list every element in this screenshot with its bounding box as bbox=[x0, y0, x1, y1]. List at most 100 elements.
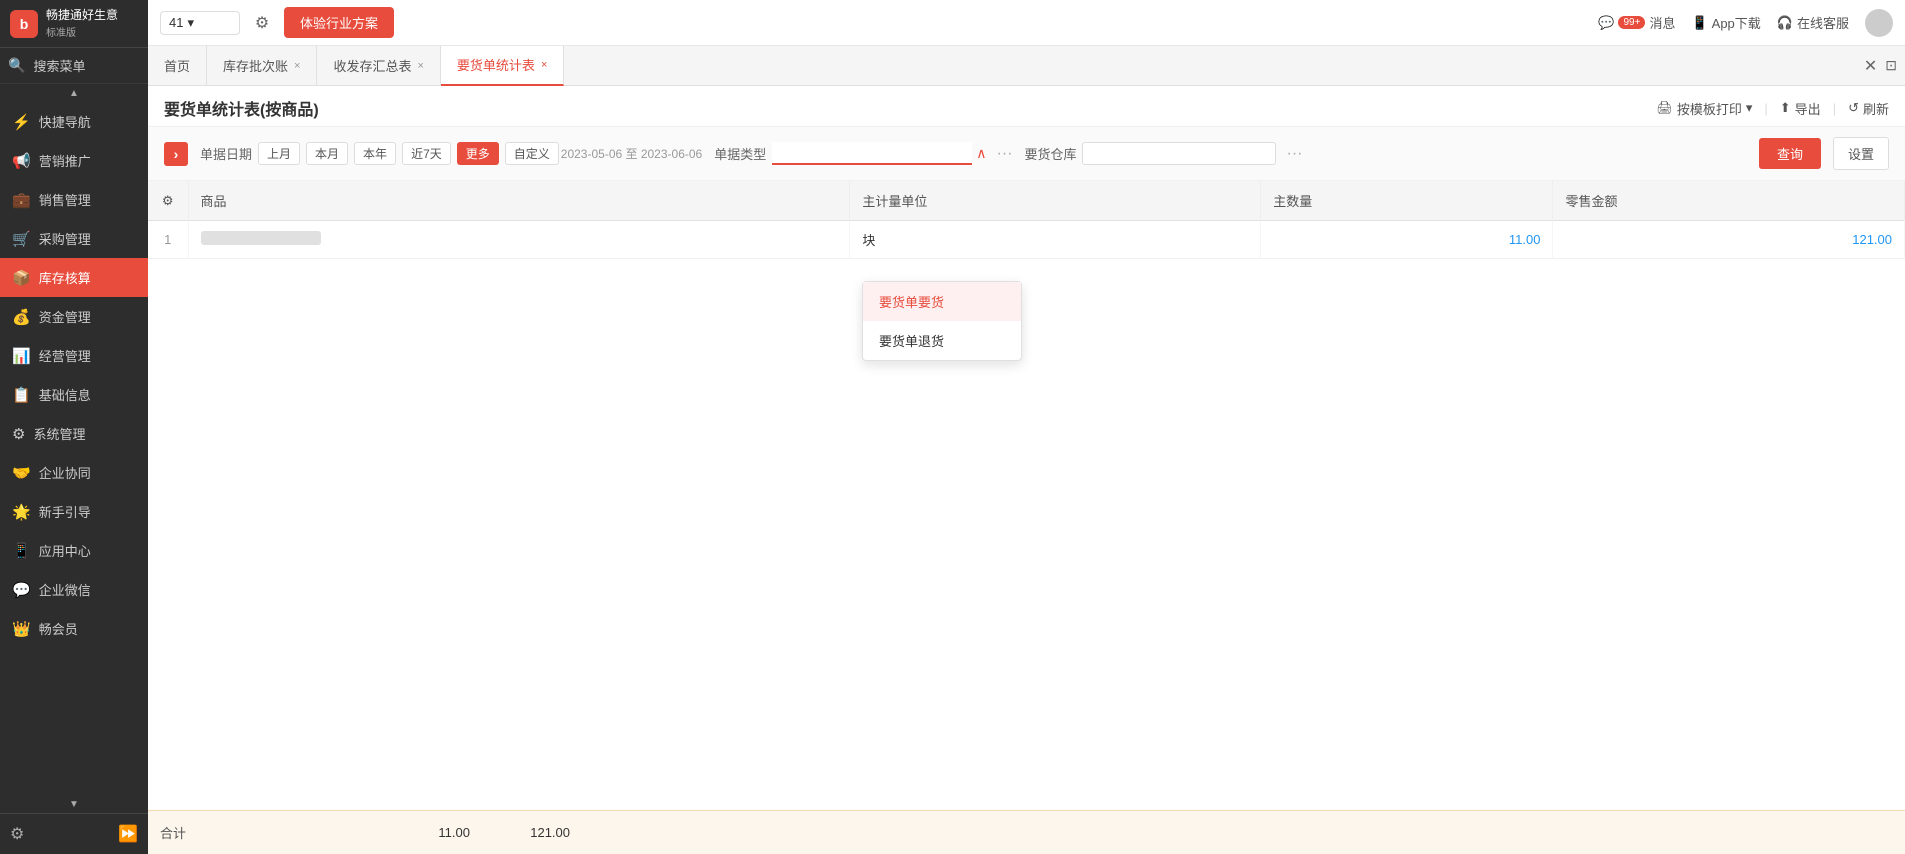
col-unit: 主计量单位 bbox=[850, 181, 1261, 221]
tab-inventory-batch[interactable]: 库存批次账 × bbox=[207, 46, 317, 86]
sidebar-nav: ⚡ 快捷导航 📢 营销推广 💼 销售管理 🛒 采购管理 📦 库存核算 💰 资金管… bbox=[0, 102, 148, 795]
trial-btn[interactable]: 体验行业方案 bbox=[284, 7, 394, 38]
tab-home[interactable]: 首页 bbox=[148, 46, 207, 86]
online-service-label: 在线客服 bbox=[1797, 13, 1849, 32]
table-row: 1 块 11.00 121.00 bbox=[148, 221, 1905, 259]
scroll-up-icon: ▲ bbox=[69, 88, 79, 99]
user-avatar[interactable] bbox=[1865, 9, 1893, 37]
finance-icon: 💰 bbox=[12, 308, 31, 326]
sidebar-item-wechat[interactable]: 💬 企业微信 bbox=[0, 570, 148, 609]
row-qty: 11.00 bbox=[1261, 221, 1553, 259]
product-placeholder bbox=[201, 231, 321, 245]
sidebar-item-finance[interactable]: 💰 资金管理 bbox=[0, 297, 148, 336]
tab-inventory-batch-label: 库存批次账 bbox=[223, 56, 288, 75]
app-name-block: 畅捷通好生意 标准版 bbox=[46, 8, 118, 39]
warehouse-filter-label: 要货仓库 bbox=[1024, 144, 1076, 163]
tabs-close-all-icon[interactable]: ✕ bbox=[1864, 56, 1877, 76]
type-filter-label: 单据类型 bbox=[714, 144, 766, 163]
sidebar-bottom: ⚙ ⏩ bbox=[0, 813, 148, 854]
refresh-action[interactable]: ↺ 刷新 bbox=[1848, 99, 1889, 118]
dropdown-item-return-order[interactable]: 要货单退货 bbox=[863, 321, 1021, 360]
topbar-gear-icon[interactable]: ⚙ bbox=[248, 9, 276, 37]
print-action[interactable]: 🖨 按模板打印 ▾ bbox=[1656, 99, 1752, 118]
sidebar-item-base[interactable]: 📋 基础信息 bbox=[0, 375, 148, 414]
footer-amount: 121.00 bbox=[530, 825, 630, 840]
sidebar-search[interactable]: 🔍 搜索菜单 bbox=[0, 48, 148, 84]
tab-home-label: 首页 bbox=[164, 56, 190, 75]
tab-requisition-stats-label: 要货单统计表 bbox=[457, 55, 535, 74]
date-btn-last-month[interactable]: 上月 bbox=[258, 142, 300, 165]
sidebar-item-vip[interactable]: 👑 畅会员 bbox=[0, 609, 148, 648]
sidebar-scroll-up[interactable]: ▲ bbox=[0, 84, 148, 102]
sidebar-item-label: 畅会员 bbox=[39, 619, 78, 638]
date-btn-more[interactable]: 更多 bbox=[457, 142, 499, 165]
messages-item[interactable]: 💬 99+ 消息 bbox=[1598, 13, 1675, 32]
app-download-item[interactable]: 📱 App下载 bbox=[1691, 13, 1760, 32]
col-settings[interactable]: ⚙ bbox=[148, 181, 188, 221]
base-icon: 📋 bbox=[12, 386, 31, 404]
tab-inventory-batch-close[interactable]: × bbox=[294, 60, 300, 72]
company-select-value: 41 bbox=[169, 15, 183, 30]
export-action[interactable]: ⬆ 导出 bbox=[1780, 99, 1821, 118]
tabs-actions: ✕ ⊡ bbox=[1864, 56, 1897, 76]
filter-expand-btn[interactable]: › bbox=[164, 142, 188, 166]
tab-requisition-stats[interactable]: 要货单统计表 × bbox=[441, 46, 564, 86]
type-filter-chevron-up[interactable]: ∧ bbox=[976, 145, 986, 162]
type-filter-group: 单据类型 ∧ ··· bbox=[714, 142, 1012, 165]
page-actions: 🖨 按模板打印 ▾ | ⬆ 导出 | ↺ 刷新 bbox=[1656, 99, 1889, 118]
settings-button[interactable]: 设置 bbox=[1833, 137, 1889, 170]
company-select-chevron: ▾ bbox=[187, 15, 194, 31]
export-label: 导出 bbox=[1795, 99, 1821, 118]
date-btn-last-7-days[interactable]: 近7天 bbox=[402, 142, 451, 165]
search-icon: 🔍 bbox=[8, 57, 25, 74]
sidebar-item-system[interactable]: ⚙ 系统管理 bbox=[0, 414, 148, 453]
sidebar-item-cooperation[interactable]: 🤝 企业协同 bbox=[0, 453, 148, 492]
vip-icon: 👑 bbox=[12, 620, 31, 638]
sidebar-item-quick-nav[interactable]: ⚡ 快捷导航 bbox=[0, 102, 148, 141]
date-filter-label: 单据日期 bbox=[200, 144, 252, 163]
sidebar-scroll-down[interactable]: ▼ bbox=[0, 795, 148, 813]
tab-receivables-summary[interactable]: 收发存汇总表 × bbox=[317, 46, 440, 86]
dropdown-item-requisition-order[interactable]: 要货单要货 bbox=[863, 282, 1021, 321]
purchase-icon: 🛒 bbox=[12, 230, 31, 248]
refresh-icon: ↺ bbox=[1848, 100, 1859, 116]
table-header-row: ⚙ 商品 主计量单位 主数量 零售金额 bbox=[148, 181, 1905, 221]
sales-icon: 💼 bbox=[12, 191, 31, 209]
guide-icon: 🌟 bbox=[12, 503, 31, 521]
print-icon: 🖨 bbox=[1656, 100, 1673, 116]
warehouse-filter-group: 要货仓库 ··· bbox=[1024, 142, 1747, 165]
date-range-text: 2023-05-06 至 2023-06-06 bbox=[561, 145, 702, 162]
tabs-expand-icon[interactable]: ⊡ bbox=[1885, 57, 1897, 74]
date-btn-this-month[interactable]: 本月 bbox=[306, 142, 348, 165]
topbar-right: 💬 99+ 消息 📱 App下载 🎧 在线客服 bbox=[1598, 9, 1893, 37]
sidebar-item-marketing[interactable]: 📢 营销推广 bbox=[0, 141, 148, 180]
sidebar-item-purchase[interactable]: 🛒 采购管理 bbox=[0, 219, 148, 258]
collapse-sidebar-icon[interactable]: ⏩ bbox=[118, 824, 138, 844]
operations-icon: 📊 bbox=[12, 347, 31, 365]
sidebar-item-inventory[interactable]: 📦 库存核算 bbox=[0, 258, 148, 297]
company-select[interactable]: 41 ▾ bbox=[160, 11, 240, 35]
type-filter-input[interactable] bbox=[772, 142, 972, 165]
date-btn-custom[interactable]: 自定义 bbox=[505, 142, 559, 165]
tab-requisition-stats-close[interactable]: × bbox=[541, 59, 547, 71]
sidebar-item-appstore[interactable]: 📱 应用中心 bbox=[0, 531, 148, 570]
type-filter-dots[interactable]: ··· bbox=[996, 145, 1012, 163]
tab-receivables-summary-close[interactable]: × bbox=[417, 60, 423, 72]
dropdown-item-requisition-order-label: 要货单要货 bbox=[879, 295, 944, 310]
sidebar-item-sales[interactable]: 💼 销售管理 bbox=[0, 180, 148, 219]
warehouse-filter-input[interactable] bbox=[1082, 142, 1276, 165]
print-chevron: ▾ bbox=[1746, 100, 1753, 116]
query-button[interactable]: 查询 bbox=[1759, 138, 1821, 169]
sidebar-item-operations[interactable]: 📊 经营管理 bbox=[0, 336, 148, 375]
warehouse-filter-dots[interactable]: ··· bbox=[1286, 145, 1302, 163]
settings-bottom-icon[interactable]: ⚙ bbox=[10, 824, 24, 844]
scroll-down-icon: ▼ bbox=[69, 799, 79, 810]
sidebar-logo: b 畅捷通好生意 标准版 bbox=[0, 0, 148, 48]
sidebar-item-guide[interactable]: 🌟 新手引导 bbox=[0, 492, 148, 531]
online-service-item[interactable]: 🎧 在线客服 bbox=[1777, 13, 1849, 32]
sidebar: b 畅捷通好生意 标准版 🔍 搜索菜单 ▲ ⚡ 快捷导航 📢 营销推广 💼 销售… bbox=[0, 0, 148, 854]
sidebar-item-label: 库存核算 bbox=[39, 268, 91, 287]
date-btn-this-year[interactable]: 本年 bbox=[354, 142, 396, 165]
tab-receivables-summary-label: 收发存汇总表 bbox=[333, 56, 411, 75]
page-header: 要货单统计表(按商品) 🖨 按模板打印 ▾ | ⬆ 导出 | ↺ 刷新 bbox=[148, 86, 1905, 127]
